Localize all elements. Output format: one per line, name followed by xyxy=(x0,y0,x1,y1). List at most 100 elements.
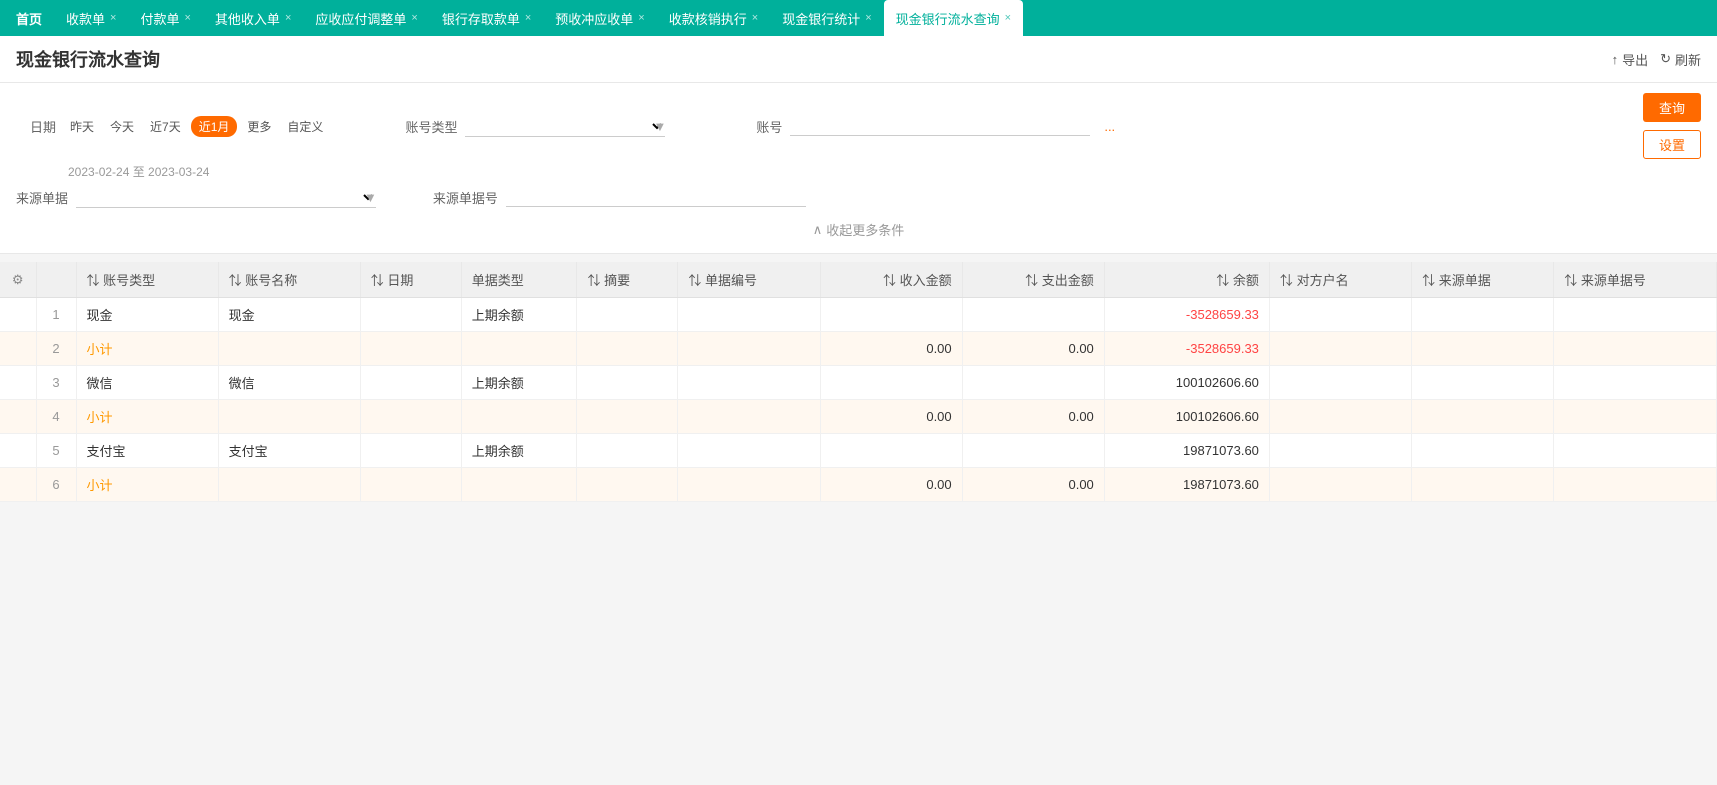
close-tab-icon[interactable]: × xyxy=(525,12,531,24)
row-num: 5 xyxy=(36,434,76,468)
col-num xyxy=(36,262,76,298)
table-row: 4 小计 0.00 0.00 100102606.60 xyxy=(0,400,1717,434)
row-checkbox[interactable] xyxy=(0,298,36,332)
col-income: ⇅ 收入金额 xyxy=(820,262,962,298)
close-tab-icon[interactable]: × xyxy=(638,12,644,24)
nav-tab-label: 银行存取款单 xyxy=(442,9,520,28)
nav-tab-bank-deposit[interactable]: 银行存取款单 × xyxy=(430,0,543,36)
date-shortcut-近7天[interactable]: 近7天 xyxy=(144,116,187,137)
close-tab-icon[interactable]: × xyxy=(411,12,417,24)
nav-tab-prepay-offset[interactable]: 预收冲应收单 × xyxy=(543,0,656,36)
row-num: 3 xyxy=(36,366,76,400)
row-account-name xyxy=(218,332,360,366)
row-summary xyxy=(577,298,678,332)
source-doc-no-input[interactable] xyxy=(506,187,806,207)
row-num: 2 xyxy=(36,332,76,366)
row-counterparty xyxy=(1269,366,1411,400)
date-shortcut-近1月[interactable]: 近1月 xyxy=(191,116,238,137)
row-date xyxy=(360,400,461,434)
nav-tab-other-income[interactable]: 其他收入单× xyxy=(203,0,303,36)
close-tab-icon[interactable]: × xyxy=(1005,12,1011,24)
date-shortcut-昨天[interactable]: 昨天 xyxy=(64,116,100,137)
col-summary: ⇅ 摘要 xyxy=(577,262,678,298)
export-button[interactable]: ↑ 导出 xyxy=(1612,50,1649,69)
data-table-container: ⚙ ⇅ 账号类型 ⇅ 账号名称 ⇅ 日期 单据类型 ⇅ 摘要 xyxy=(0,262,1717,502)
row-checkbox[interactable] xyxy=(0,468,36,502)
nav-tab-cash-bank-stat[interactable]: 现金银行统计× xyxy=(770,0,883,36)
row-doc-type xyxy=(461,332,577,366)
date-shortcut-更多[interactable]: 更多 xyxy=(241,116,277,137)
date-filter-group: 日期 昨天今天近7天近1月更多自定义 xyxy=(16,116,329,137)
nav-tab-receipt[interactable]: 收款单× xyxy=(54,0,128,36)
table-row: 6 小计 0.00 0.00 19871073.60 xyxy=(0,468,1717,502)
nav-tab-label: 付款单 xyxy=(140,9,179,28)
row-balance: 100102606.60 xyxy=(1104,366,1269,400)
row-counterparty xyxy=(1269,298,1411,332)
row-checkbox[interactable] xyxy=(0,400,36,434)
row-doc-type: 上期余额 xyxy=(461,434,577,468)
col-source-doc: ⇅ 来源单据 xyxy=(1412,262,1554,298)
filter-row-2: 来源单据 ▼ 来源单据号 xyxy=(16,186,1701,208)
query-button[interactable]: 查询 xyxy=(1643,93,1701,122)
account-type-label: 账号类型 xyxy=(405,117,457,136)
row-doc-no xyxy=(678,468,820,502)
row-account-type: 微信 xyxy=(76,366,218,400)
account-no-input[interactable] xyxy=(790,116,1090,136)
close-tab-icon[interactable]: × xyxy=(865,12,871,24)
nav-tab-label: 首页 xyxy=(16,9,42,28)
collapse-button[interactable]: ∧ 收起更多条件 xyxy=(16,216,1701,243)
row-checkbox[interactable] xyxy=(0,332,36,366)
header-row: ⚙ ⇅ 账号类型 ⇅ 账号名称 ⇅ 日期 单据类型 ⇅ 摘要 xyxy=(0,262,1717,298)
top-nav: 首页收款单×付款单×其他收入单×应收应付调整单×银行存取款单×预收冲应收单×收款… xyxy=(0,0,1717,36)
nav-tab-payment[interactable]: 付款单 × xyxy=(128,0,202,36)
account-no-group: 账号 ... xyxy=(742,116,1121,136)
row-expense xyxy=(962,298,1104,332)
account-no-ellipsis[interactable]: ... xyxy=(1098,117,1121,136)
row-source-doc xyxy=(1412,468,1554,502)
row-expense: 0.00 xyxy=(962,332,1104,366)
row-source-doc-no xyxy=(1554,400,1717,434)
date-shortcut-自定义[interactable]: 自定义 xyxy=(281,116,329,137)
close-tab-icon[interactable]: × xyxy=(285,12,291,24)
col-expense: ⇅ 支出金额 xyxy=(962,262,1104,298)
row-account-name xyxy=(218,468,360,502)
row-expense: 0.00 xyxy=(962,400,1104,434)
date-shortcut-今天[interactable]: 今天 xyxy=(104,116,140,137)
nav-tab-ar-ap-adjust[interactable]: 应收应付调整单× xyxy=(303,0,429,36)
table-settings-icon[interactable]: ⚙ xyxy=(12,272,24,287)
row-account-type: 小计 xyxy=(76,468,218,502)
row-summary xyxy=(577,400,678,434)
row-balance: -3528659.33 xyxy=(1104,332,1269,366)
row-counterparty xyxy=(1269,434,1411,468)
row-source-doc xyxy=(1412,434,1554,468)
col-source-doc-no: ⇅ 来源单据号 xyxy=(1554,262,1717,298)
nav-tab-home[interactable]: 首页 xyxy=(4,0,54,36)
close-tab-icon[interactable]: × xyxy=(752,12,758,24)
refresh-button[interactable]: ↻ 刷新 xyxy=(1660,50,1701,69)
row-num: 6 xyxy=(36,468,76,502)
account-type-select[interactable]: 现金 微信 支付宝 xyxy=(465,115,665,137)
table-row: 1 现金 现金 上期余额 -3528659.33 xyxy=(0,298,1717,332)
row-date xyxy=(360,366,461,400)
row-source-doc-no xyxy=(1554,366,1717,400)
nav-tab-label: 预收冲应收单 xyxy=(555,9,633,28)
close-tab-icon[interactable]: × xyxy=(110,12,116,24)
row-source-doc xyxy=(1412,366,1554,400)
row-balance: 19871073.60 xyxy=(1104,434,1269,468)
row-account-name: 支付宝 xyxy=(218,434,360,468)
row-source-doc xyxy=(1412,400,1554,434)
row-checkbox[interactable] xyxy=(0,366,36,400)
source-doc-dropdown-icon: ▼ xyxy=(364,190,377,205)
nav-tab-cash-bank-flow[interactable]: 现金银行流水查询× xyxy=(884,0,1023,36)
settings-button[interactable]: 设置 xyxy=(1643,130,1701,159)
row-account-name xyxy=(218,400,360,434)
close-tab-icon[interactable]: × xyxy=(184,12,190,24)
source-doc-select[interactable] xyxy=(76,186,376,208)
nav-tab-receipt-verify[interactable]: 收款核销执行× xyxy=(657,0,770,36)
source-doc-no-group: 来源单据号 xyxy=(433,187,806,207)
col-counterparty: ⇅ 对方户名 xyxy=(1269,262,1411,298)
table-row: 5 支付宝 支付宝 上期余额 19871073.60 xyxy=(0,434,1717,468)
row-checkbox[interactable] xyxy=(0,434,36,468)
row-account-name: 微信 xyxy=(218,366,360,400)
row-income: 0.00 xyxy=(820,468,962,502)
